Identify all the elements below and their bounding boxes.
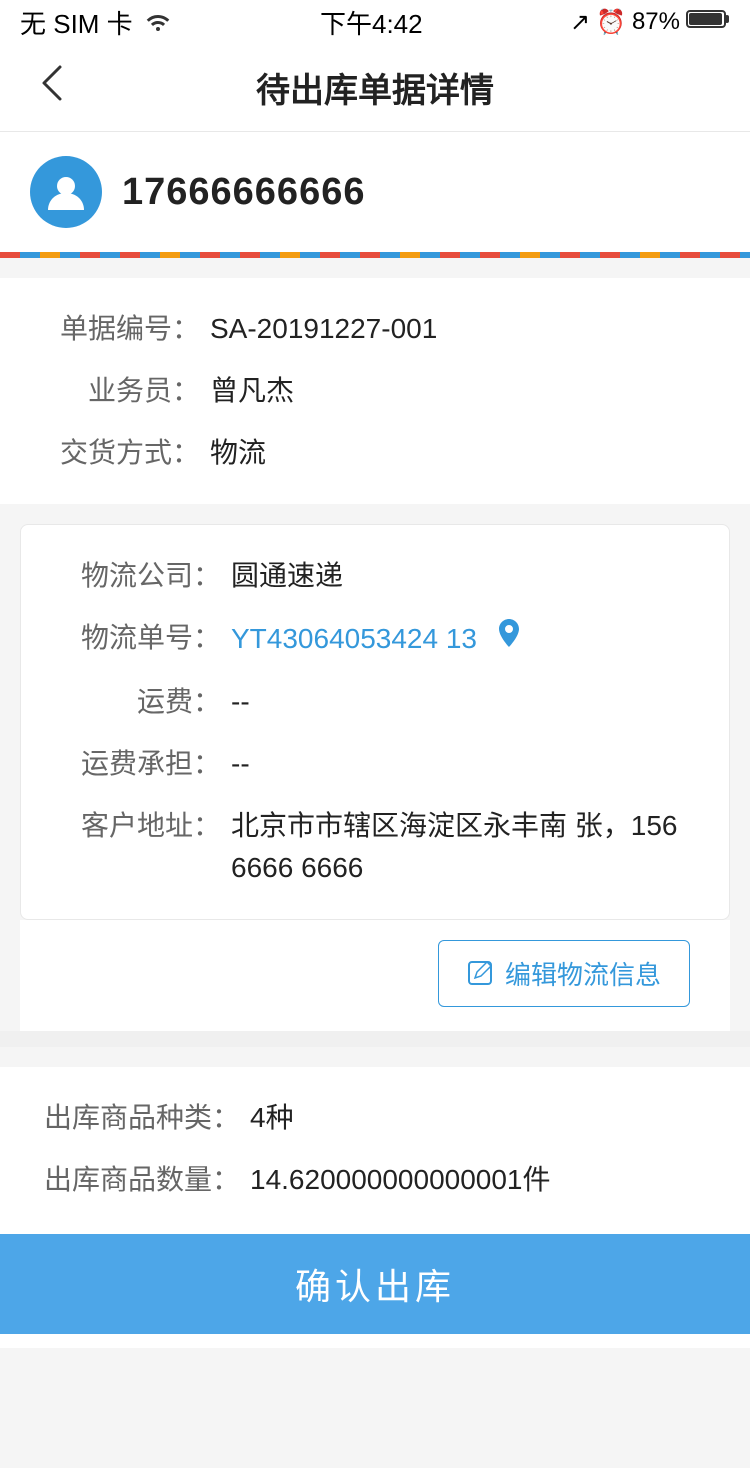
tracking-row: 物流单号： YT43064053424 13 (61, 617, 689, 661)
edit-icon (467, 960, 495, 988)
freight-label: 运费： (61, 681, 221, 723)
status-right: ↗ ⏰ 87% (570, 8, 730, 37)
nav-bar: 待出库单据详情 (0, 44, 750, 132)
carrier-label: 无 SIM 卡 (20, 4, 133, 41)
edit-logistics-label: 编辑物流信息 (505, 955, 661, 992)
freight-payer-value: -- (231, 743, 689, 785)
delivery-value: 物流 (210, 432, 710, 474)
logistics-section: 物流公司： 圆通速递 物流单号： YT43064053424 13 运费： --… (20, 524, 730, 920)
location-arrow-icon: ↗ (570, 8, 590, 37)
freight-row: 运费： -- (61, 681, 689, 723)
edit-logistics-button[interactable]: 编辑物流信息 (438, 940, 690, 1007)
doc-info-section: 单据编号： SA-20191227-001 业务员： 曾凡杰 交货方式： 物流 (0, 278, 750, 504)
delivery-row: 交货方式： 物流 (40, 432, 710, 474)
goods-types-value: 4种 (250, 1097, 710, 1139)
page-title: 待出库单据详情 (256, 63, 494, 112)
goods-types-row: 出库商品种类： 4种 (40, 1097, 710, 1139)
user-icon (44, 170, 88, 214)
confirm-area[interactable]: 确认出库 (0, 1234, 750, 1334)
status-left: 无 SIM 卡 (20, 4, 173, 41)
company-label: 物流公司： (61, 555, 221, 597)
company-value: 圆通速递 (231, 555, 689, 597)
wifi-icon (143, 7, 173, 38)
back-button[interactable] (30, 53, 74, 122)
goods-section: 出库商品种类： 4种 出库商品数量： 14.620000000000001件 (0, 1067, 750, 1231)
doc-number-label: 单据编号： (40, 308, 200, 350)
tracking-label: 物流单号： (61, 617, 221, 659)
goods-quantity-label: 出库商品数量： (40, 1159, 240, 1201)
battery-label: 87% (632, 8, 680, 36)
goods-quantity-value: 14.620000000000001件 (250, 1159, 710, 1201)
address-label: 客户地址： (61, 805, 221, 847)
agent-row: 业务员： 曾凡杰 (40, 370, 710, 412)
doc-number-row: 单据编号： SA-20191227-001 (40, 308, 710, 350)
bottom-spacer (0, 1348, 750, 1468)
tracking-value: YT43064053424 13 (231, 617, 689, 661)
freight-value: -- (231, 681, 689, 723)
goods-quantity-row: 出库商品数量： 14.620000000000001件 (40, 1159, 710, 1201)
battery-icon (686, 8, 730, 37)
agent-value: 曾凡杰 (210, 370, 710, 412)
address-value: 北京市市辖区海淀区永丰南 张，156 6666 6666 (231, 805, 689, 889)
address-row: 客户地址： 北京市市辖区海淀区永丰南 张，156 6666 6666 (61, 805, 689, 889)
dashed-divider (0, 252, 750, 258)
agent-label: 业务员： (40, 370, 200, 412)
freight-payer-row: 运费承担： -- (61, 743, 689, 785)
status-bar: 无 SIM 卡 下午4:42 ↗ ⏰ 87% (0, 0, 750, 44)
location-pin-icon[interactable] (493, 617, 525, 661)
confirm-button[interactable]: 确认出库 (40, 1258, 710, 1310)
company-row: 物流公司： 圆通速递 (61, 555, 689, 597)
customer-phone: 17666666666 (122, 171, 365, 214)
freight-payer-label: 运费承担： (61, 743, 221, 785)
section-separator-1 (0, 1031, 750, 1047)
time-label: 下午4:42 (320, 4, 423, 41)
customer-header: 17666666666 (0, 132, 750, 252)
avatar (30, 156, 102, 228)
delivery-label: 交货方式： (40, 432, 200, 474)
goods-types-label: 出库商品种类： (40, 1097, 240, 1139)
edit-logistics-area: 编辑物流信息 (20, 920, 730, 1031)
doc-number-value: SA-20191227-001 (210, 308, 710, 350)
alarm-icon: ⏰ (596, 8, 626, 37)
